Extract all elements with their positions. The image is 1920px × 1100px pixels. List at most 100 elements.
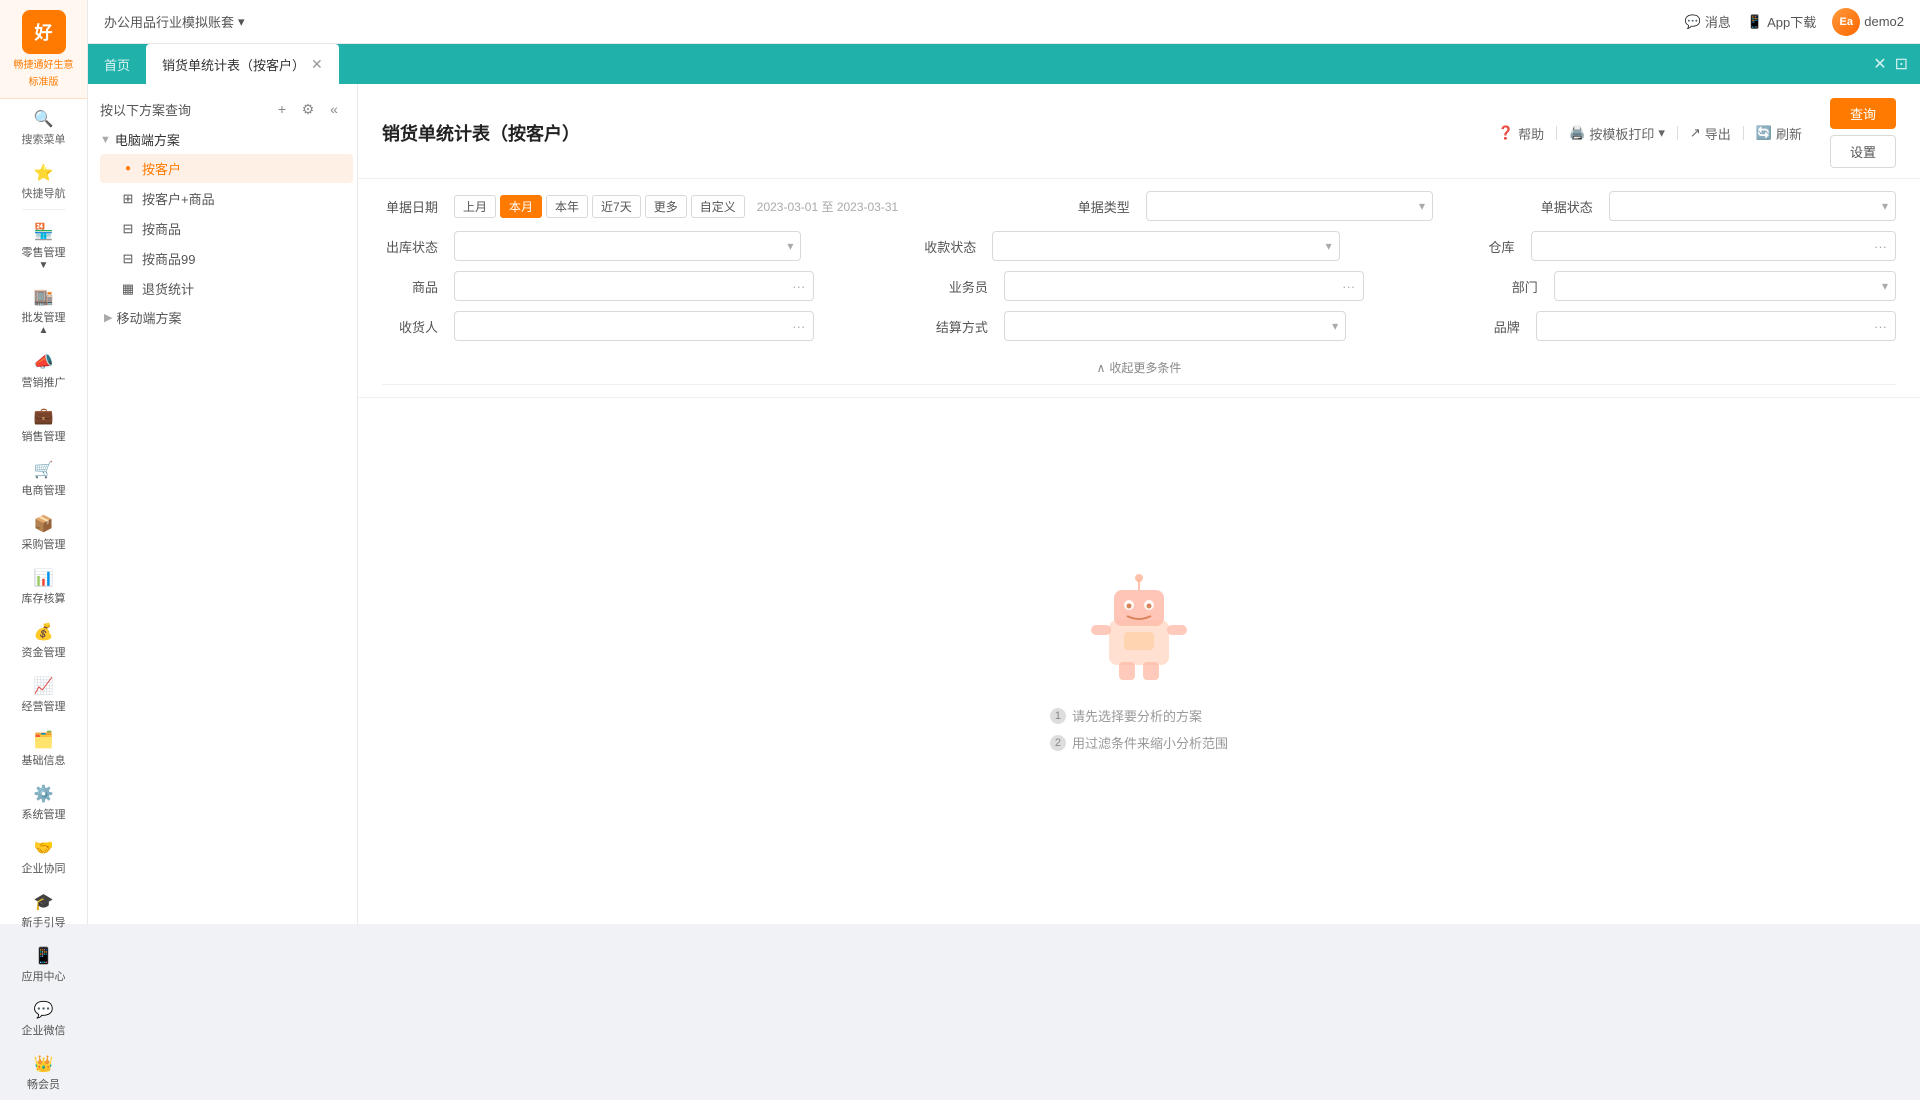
workspace-title: 办公用品行业模拟账套 <box>104 12 234 31</box>
tab-close-icon[interactable]: ✕ <box>311 56 323 73</box>
sidebar-item-wechat[interactable]: 💬 企业微信 <box>0 992 87 1046</box>
sidebar-item-inventory[interactable]: 📊 库存核算 <box>0 560 87 614</box>
scheme-item-return-stat[interactable]: ▦ 退货统计 <box>100 274 353 303</box>
message-btn[interactable]: 💬 消息 <box>1685 12 1731 31</box>
scheme-group-mobile-header[interactable]: ▶ 移动端方案 <box>88 304 357 331</box>
scheme-add-icon: + <box>278 101 286 117</box>
app-download-btn[interactable]: 📱 App下载 <box>1747 12 1816 31</box>
payment-status-label: 收款状态 <box>920 237 976 256</box>
date-btn-this-month[interactable]: 本月 <box>500 195 542 218</box>
scheme-item-by-customer[interactable]: ● 按客户 <box>100 154 353 183</box>
filter-row-3: 商品 ··· 业务员 ··· 部门 ▾ <box>382 271 1896 301</box>
sidebar-search[interactable]: 🔍 搜索菜单 <box>22 99 66 157</box>
template-print-btn[interactable]: 🖨️ 按模板打印 ▾ <box>1569 124 1665 143</box>
sidebar-item-system[interactable]: ⚙️ 系统管理 <box>0 776 87 830</box>
sidebar-item-finance[interactable]: 💰 资金管理 <box>0 614 87 668</box>
export-icon: ↗ <box>1690 125 1701 141</box>
receiver-input[interactable]: ··· <box>454 311 814 341</box>
collapse-chevron-icon: ∧ <box>1097 361 1106 375</box>
scheme-collapse-btn[interactable]: « <box>323 98 345 120</box>
scheme-item-by-product-99[interactable]: ⊟ 按商品99 <box>100 244 353 273</box>
payment-status-select[interactable] <box>992 231 1339 261</box>
date-btn-custom[interactable]: 自定义 <box>691 195 745 218</box>
workspace-selector[interactable]: 办公用品行业模拟账套 ▾ <box>104 12 245 31</box>
salesperson-input[interactable]: ··· <box>1004 271 1364 301</box>
settlement-select[interactable] <box>1004 311 1346 341</box>
tab-sales-stat[interactable]: 销货单统计表（按客户） ✕ <box>146 44 339 84</box>
date-label: 单据日期 <box>382 197 438 216</box>
app-download-icon: 📱 <box>1747 14 1763 30</box>
payment-status-select-wrapper: ▾ <box>992 231 1339 261</box>
sidebar: 好 畅捷通好生意 标准版 🔍 搜索菜单 ⭐ 快捷导航 🏪 零售管理 ▼ 🏬 批发… <box>0 0 88 924</box>
collapse-bar[interactable]: ∧ 收起更多条件 <box>382 351 1896 385</box>
sidebar-item-operations[interactable]: 📈 经营管理 <box>0 668 87 722</box>
export-btn[interactable]: ↗ 导出 <box>1690 124 1731 143</box>
scheme-group-desktop-header[interactable]: ▼ 电脑端方案 <box>88 126 357 153</box>
ecommerce-icon: 🛒 <box>34 460 54 480</box>
filter-row-1: 单据日期 上月 本月 本年 近7天 更多 自定义 2023-03-01 至 20… <box>382 191 1896 221</box>
sidebar-item-enterprise[interactable]: 🤝 企业协同 <box>0 830 87 884</box>
sidebar-item-wholesale[interactable]: 🏬 批发管理 ▲ <box>0 279 87 344</box>
brand-input[interactable]: ··· <box>1536 311 1896 341</box>
sidebar-item-basics[interactable]: 🗂️ 基础信息 <box>0 722 87 776</box>
date-btn-this-year[interactable]: 本年 <box>546 195 588 218</box>
date-btn-more[interactable]: 更多 <box>645 195 687 218</box>
out-status-select[interactable] <box>454 231 801 261</box>
scheme-item-by-customer-product[interactable]: ⊞ 按客户+商品 <box>100 184 353 213</box>
scheme-panel-label: 按以下方案查询 <box>100 100 191 119</box>
user-name: demo2 <box>1864 14 1904 29</box>
collapse-label: 收起更多条件 <box>1109 359 1181 376</box>
retail-arrow-icon: ▼ <box>39 260 49 271</box>
message-label: 消息 <box>1705 12 1731 31</box>
department-select[interactable] <box>1554 271 1896 301</box>
newbie-icon: 🎓 <box>34 892 54 912</box>
scheme-item-product99-label: 按商品99 <box>142 249 195 268</box>
member-icon: 👑 <box>34 1054 54 1074</box>
tab-home[interactable]: 首页 <box>88 44 146 84</box>
salesperson-label: 业务员 <box>932 277 988 296</box>
warehouse-input[interactable]: ··· <box>1531 231 1896 261</box>
sidebar-item-apps[interactable]: 📱 应用中心 <box>0 938 87 992</box>
sidebar-item-member-label: 畅会员 <box>27 1076 60 1092</box>
sidebar-item-marketing[interactable]: 📣 营销推广 <box>0 344 87 398</box>
product-label: 商品 <box>382 277 438 296</box>
sidebar-item-ecommerce[interactable]: 🛒 电商管理 <box>0 452 87 506</box>
sidebar-item-retail[interactable]: 🏪 零售管理 ▼ <box>0 214 87 279</box>
window-close-icon[interactable]: ✕ <box>1873 54 1886 74</box>
sidebar-item-sales[interactable]: 💼 销售管理 <box>0 398 87 452</box>
sidebar-item-finance-label: 资金管理 <box>22 644 66 660</box>
bill-status-select[interactable] <box>1609 191 1896 221</box>
help-label: 帮助 <box>1518 124 1544 143</box>
date-btn-last-7[interactable]: 近7天 <box>592 195 641 218</box>
date-btn-last-month[interactable]: 上月 <box>454 195 496 218</box>
scheme-add-btn[interactable]: + <box>271 98 293 120</box>
filter-row-4: 收货人 ··· 结算方式 ▾ 品牌 ··· <box>382 311 1896 341</box>
sidebar-quick-nav[interactable]: ⭐ 快捷导航 <box>22 157 66 210</box>
sidebar-item-newbie[interactable]: 🎓 新手引导 <box>0 884 87 938</box>
bill-type-label: 单据类型 <box>1074 197 1130 216</box>
scheme-item-product99-icon: ⊟ <box>120 251 136 267</box>
page-title: 销货单统计表（按客户） <box>382 120 580 146</box>
filter-area: 单据日期 上月 本月 本年 近7天 更多 自定义 2023-03-01 至 20… <box>358 179 1920 398</box>
sidebar-item-inventory-label: 库存核算 <box>22 590 66 606</box>
user-profile[interactable]: Ea demo2 <box>1832 8 1904 36</box>
refresh-btn[interactable]: 🔄 刷新 <box>1756 124 1802 143</box>
settings-btn[interactable]: 设置 <box>1830 135 1896 168</box>
product-input[interactable]: ··· <box>454 271 814 301</box>
query-btn[interactable]: 查询 <box>1830 98 1896 129</box>
help-btn[interactable]: ❓ 帮助 <box>1498 124 1544 143</box>
scheme-settings-btn[interactable]: ⚙ <box>297 98 319 120</box>
refresh-icon: 🔄 <box>1756 125 1772 141</box>
sidebar-item-member[interactable]: 👑 畅会员 <box>0 1046 87 1100</box>
action-divider-1 <box>1556 126 1557 140</box>
bill-type-select[interactable] <box>1146 191 1433 221</box>
scheme-item-by-product[interactable]: ⊟ 按商品 <box>100 214 353 243</box>
retail-icon: 🏪 <box>34 222 54 242</box>
main-content: 办公用品行业模拟账套 ▾ 💬 消息 📱 App下载 Ea demo2 首页 <box>88 0 1920 924</box>
sidebar-item-apps-label: 应用中心 <box>22 968 66 984</box>
settlement-select-wrapper: ▾ <box>1004 311 1346 341</box>
sidebar-item-sales-label: 销售管理 <box>22 428 66 444</box>
sidebar-item-purchase[interactable]: 📦 采购管理 <box>0 506 87 560</box>
window-maximize-icon[interactable]: ⊡ <box>1895 54 1908 74</box>
marketing-icon: 📣 <box>34 352 54 372</box>
